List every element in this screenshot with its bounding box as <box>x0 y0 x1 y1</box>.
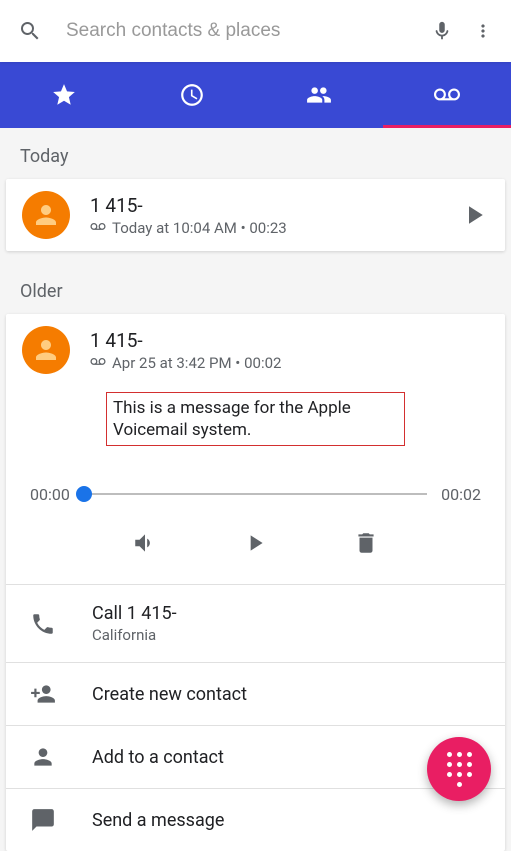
tab-recents[interactable] <box>128 62 256 128</box>
voicemail-transcript: This is a message for the Apple Voicemai… <box>106 392 405 446</box>
play-icon[interactable] <box>242 530 268 556</box>
tab-voicemail[interactable] <box>383 62 511 128</box>
tabs <box>0 62 511 128</box>
audio-player: 00:00 00:02 <box>6 466 505 584</box>
speaker-icon[interactable] <box>132 530 158 556</box>
avatar[interactable] <box>22 191 70 239</box>
search-icon[interactable] <box>18 19 42 43</box>
voicemail-small-icon <box>90 358 106 368</box>
action-call-sub: California <box>92 626 481 644</box>
action-send-message-label: Send a message <box>92 810 224 831</box>
seek-slider[interactable] <box>84 484 427 504</box>
voicemail-meta: Apr 25 at 3:42 PM • 00:02 <box>112 354 281 372</box>
voicemail-list: Today 1 415- Today at 10:04 AM • 00:23 O… <box>0 128 511 851</box>
message-icon <box>30 807 56 833</box>
action-call-title: Call 1 415- <box>92 603 481 624</box>
delete-icon[interactable] <box>353 530 379 556</box>
action-send-message[interactable]: Send a message <box>6 788 505 851</box>
play-icon[interactable] <box>459 200 489 230</box>
person-add-icon <box>30 681 56 707</box>
search-bar <box>0 0 511 62</box>
seek-thumb[interactable] <box>76 486 92 502</box>
avatar[interactable] <box>22 326 70 374</box>
voicemail-number: 1 415- <box>90 329 489 352</box>
more-icon[interactable] <box>473 21 493 41</box>
current-time: 00:00 <box>30 485 70 504</box>
people-icon <box>306 82 332 108</box>
voicemail-icon <box>434 82 460 108</box>
clock-icon <box>179 82 205 108</box>
search-input[interactable] <box>66 20 431 42</box>
section-older: Older <box>0 263 511 314</box>
action-call[interactable]: Call 1 415- California <box>6 584 505 662</box>
star-icon <box>51 82 77 108</box>
person-icon <box>31 200 61 230</box>
action-add-contact-label: Add to a contact <box>92 747 224 768</box>
voicemail-small-icon <box>90 223 106 233</box>
total-time: 00:02 <box>441 485 481 504</box>
action-create-contact-label: Create new contact <box>92 684 247 705</box>
dialpad-fab[interactable] <box>427 737 491 801</box>
phone-icon <box>30 611 56 637</box>
tab-contacts[interactable] <box>256 62 384 128</box>
mic-icon[interactable] <box>431 20 453 42</box>
section-today: Today <box>0 128 511 179</box>
voicemail-meta: Today at 10:04 AM • 00:23 <box>112 219 287 237</box>
dialpad-icon <box>447 752 472 787</box>
person-icon <box>30 744 56 770</box>
tab-favorites[interactable] <box>0 62 128 128</box>
action-create-contact[interactable]: Create new contact <box>6 662 505 725</box>
voicemail-number: 1 415- <box>90 194 459 217</box>
tab-indicator <box>383 125 511 128</box>
person-icon <box>31 335 61 365</box>
voicemail-card-collapsed[interactable]: 1 415- Today at 10:04 AM • 00:23 <box>6 179 505 251</box>
